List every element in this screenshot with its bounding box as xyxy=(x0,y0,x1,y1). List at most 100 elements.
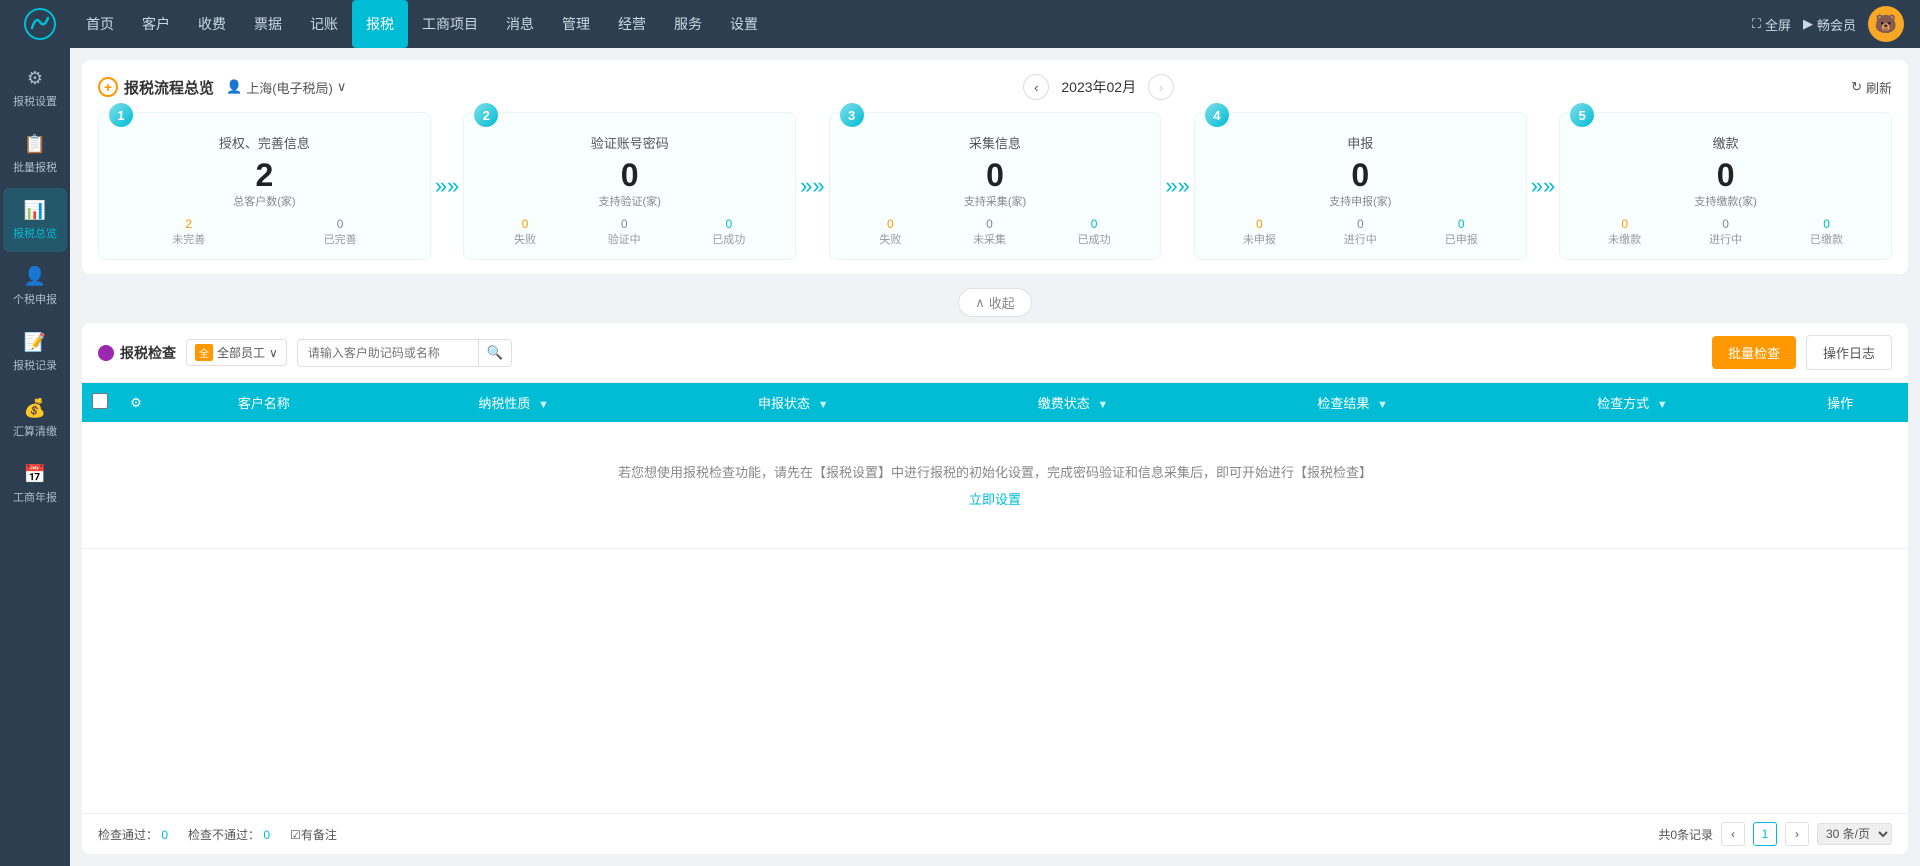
nav-client[interactable]: 客户 xyxy=(128,0,184,48)
step-sublabel-3: 支持采集(家) xyxy=(844,193,1147,209)
nav-home[interactable]: 首页 xyxy=(72,0,128,48)
filter-icon-check-method[interactable]: ▼ xyxy=(1657,399,1668,411)
current-page: 1 xyxy=(1753,822,1777,846)
staff-badge: 全 xyxy=(195,344,213,361)
nav-manage[interactable]: 管理 xyxy=(548,0,604,48)
pass-count[interactable]: 0 xyxy=(161,828,168,842)
nav-business[interactable]: 经营 xyxy=(604,0,660,48)
region-selector[interactable]: 👤 上海(电子税局) ∨ xyxy=(226,78,346,97)
step-verify: 2 验证账号密码 0 支持验证(家) 0 失败 0 验证中 xyxy=(463,112,796,260)
step-count-4: 0 xyxy=(1209,158,1512,193)
staff-label: 全部员工 xyxy=(217,344,265,361)
check-fail-stat: 检查不通过： 0 xyxy=(188,826,270,843)
next-month-button[interactable]: › xyxy=(1148,74,1174,100)
nav-tax[interactable]: 报税 xyxy=(352,0,408,48)
step-count-1: 2 xyxy=(113,158,416,193)
sidebar-label-tax-records: 报税记录 xyxy=(13,357,57,373)
table-container: ⚙ 客户名称 纳税性质 ▼ 申报状态 ▼ xyxy=(82,383,1908,813)
tax-check-header: 报税检查 全 全部员工 ∨ 🔍 批量检查 操作日志 xyxy=(82,323,1908,383)
step-sublabel-4: 支持申报(家) xyxy=(1209,193,1512,209)
search-button[interactable]: 🔍 xyxy=(478,340,512,366)
sidebar-item-annual-report[interactable]: 📅 工商年报 xyxy=(3,452,67,516)
filter-icon-check-result[interactable]: ▼ xyxy=(1377,399,1388,411)
refresh-button[interactable]: ↻ 刷新 xyxy=(1851,78,1892,97)
step-sublabel-5: 支持缴款(家) xyxy=(1574,193,1877,209)
step-title-1: 授权、完善信息 xyxy=(113,133,416,152)
vip-button[interactable]: ▶ 畅会员 xyxy=(1803,15,1856,34)
current-month: 2023年02月 xyxy=(1061,77,1136,97)
prev-page-button[interactable]: ‹ xyxy=(1721,822,1745,846)
tax-check-icon xyxy=(98,345,114,361)
nav-fee[interactable]: 收费 xyxy=(184,0,240,48)
step-stats-1: 2 未完善 0 已完善 xyxy=(113,217,416,247)
tax-settings-icon: ⚙ xyxy=(27,68,43,89)
pagination: 共0条记录 ‹ 1 › 30 条/页 xyxy=(1658,822,1892,846)
nav-settings[interactable]: 设置 xyxy=(716,0,772,48)
sidebar-item-personal-tax[interactable]: 👤 个税申报 xyxy=(3,254,67,318)
personal-tax-icon: 👤 xyxy=(24,266,46,287)
sidebar-item-tax-settings[interactable]: ⚙ 报税设置 xyxy=(3,56,67,120)
operation-log-button[interactable]: 操作日志 xyxy=(1806,335,1892,370)
next-page-button[interactable]: › xyxy=(1785,822,1809,846)
fail-count[interactable]: 0 xyxy=(263,828,270,842)
setup-link[interactable]: 立即设置 xyxy=(969,489,1021,508)
prev-month-button[interactable]: ‹ xyxy=(1023,74,1049,100)
arrow-4-5: »» xyxy=(1527,173,1559,199)
tax-check-card: 报税检查 全 全部员工 ∨ 🔍 批量检查 操作日志 xyxy=(82,323,1908,854)
stat-complete: 0 已完善 xyxy=(324,217,357,247)
filter-icon-tax-nature[interactable]: ▼ xyxy=(538,399,549,411)
search-input[interactable] xyxy=(298,341,478,365)
arrow-3-4: »» xyxy=(1161,173,1193,199)
select-all-checkbox[interactable] xyxy=(92,393,108,409)
nav-commerce[interactable]: 工商项目 xyxy=(408,0,492,48)
vip-icon: ▶ xyxy=(1803,16,1813,32)
main-layout: ⚙ 报税设置 📋 批量报税 📊 报税总览 👤 个税申报 📝 报税记录 💰 汇算清… xyxy=(0,48,1920,866)
process-header: + 报税流程总览 👤 上海(电子税局) ∨ ‹ 2023年02月 › ↻ 刷新 xyxy=(98,74,1892,100)
batch-check-button[interactable]: 批量检查 xyxy=(1712,336,1796,369)
nav-message[interactable]: 消息 xyxy=(492,0,548,48)
sidebar-item-tax-overview[interactable]: 📊 报税总览 xyxy=(3,188,67,252)
nav-invoice[interactable]: 票据 xyxy=(240,0,296,48)
step-num-1: 1 xyxy=(109,103,133,127)
nav-service[interactable]: 服务 xyxy=(660,0,716,48)
sidebar-item-tax-records[interactable]: 📝 报税记录 xyxy=(3,320,67,384)
month-navigation: ‹ 2023年02月 › xyxy=(1023,74,1174,100)
collapse-button[interactable]: ∧ 收起 xyxy=(958,288,1032,317)
tax-check-title: 报税检查 xyxy=(98,343,176,363)
search-box: 🔍 xyxy=(297,339,513,367)
user-avatar[interactable]: 🐻 xyxy=(1868,6,1904,42)
step-title-4: 申报 xyxy=(1209,133,1512,152)
step-stats-3: 0 失败 0 未采集 0 已成功 xyxy=(844,217,1147,247)
step-num-2: 2 xyxy=(474,103,498,127)
region-icon: 👤 xyxy=(226,79,242,95)
step-stats-5: 0 未缴款 0 进行中 0 已缴款 xyxy=(1574,217,1877,247)
step-num-5: 5 xyxy=(1570,103,1594,127)
filter-icon-declare[interactable]: ▼ xyxy=(818,399,829,411)
search-icon: 🔍 xyxy=(487,345,504,360)
step-num-3: 3 xyxy=(840,103,864,127)
settings-icon[interactable]: ⚙ xyxy=(130,395,142,410)
empty-message: 若您想使用报税检查功能，请先在【报税设置】中进行报税的初始化设置，完成密码验证和… xyxy=(618,462,1372,481)
staff-selector[interactable]: 全 全部员工 ∨ xyxy=(186,339,287,366)
step-payment: 5 缴款 0 支持缴款(家) 0 未缴款 0 进行中 xyxy=(1559,112,1892,260)
total-records: 共0条记录 xyxy=(1658,826,1713,843)
process-title: + 报税流程总览 xyxy=(98,77,214,98)
sidebar-item-annual-settlement[interactable]: 💰 汇算清缴 xyxy=(3,386,67,450)
tax-check-table: ⚙ 客户名称 纳税性质 ▼ 申报状态 ▼ xyxy=(82,383,1908,549)
filter-icon-payment[interactable]: ▼ xyxy=(1097,399,1108,411)
fullscreen-button[interactable]: ⛶ 全屏 xyxy=(1752,15,1791,34)
sidebar-label-tax-settings: 报税设置 xyxy=(13,93,57,109)
column-checkbox xyxy=(82,383,118,422)
nav-accounting[interactable]: 记账 xyxy=(296,0,352,48)
table-footer: 检查通过： 0 检查不通过： 0 ☑有备注 共0条记录 ‹ 1 › 30 条/页 xyxy=(82,813,1908,854)
step-title-3: 采集信息 xyxy=(844,133,1147,152)
chevron-down-icon: ∨ xyxy=(337,79,347,95)
sidebar-label-annual-report: 工商年报 xyxy=(13,489,57,505)
app-logo xyxy=(16,0,64,48)
step-count-5: 0 xyxy=(1574,158,1877,193)
add-icon: + xyxy=(98,77,118,97)
arrow-2-3: »» xyxy=(796,173,828,199)
per-page-select[interactable]: 30 条/页 xyxy=(1817,823,1892,845)
sidebar-item-batch-tax[interactable]: 📋 批量报税 xyxy=(3,122,67,186)
sidebar-label-batch-tax: 批量报税 xyxy=(13,159,57,175)
